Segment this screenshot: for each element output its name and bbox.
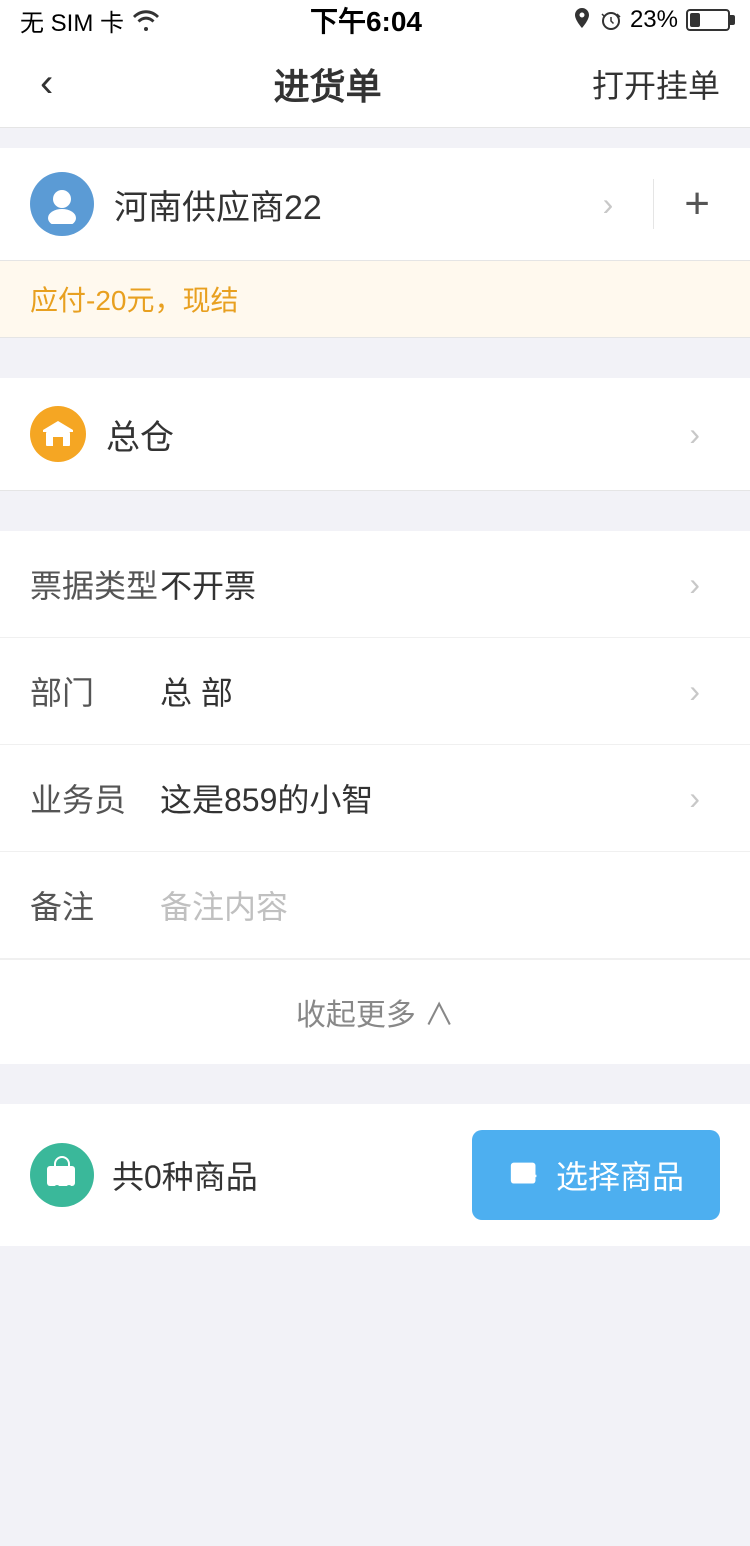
add-supplier-button[interactable]: +	[674, 179, 720, 229]
supplier-name: 河南供应商22	[114, 180, 603, 229]
page-footer	[0, 1246, 750, 1546]
location-icon	[572, 8, 592, 32]
product-icon-bg	[30, 1143, 94, 1207]
supplier-section: 河南供应商22 › + 应付-20元，现结	[0, 148, 750, 338]
salesperson-label: 业务员	[30, 775, 160, 821]
section-gap-1	[0, 128, 750, 148]
remark-input[interactable]: 备注内容	[160, 882, 720, 928]
collapse-row[interactable]: 收起更多 ∧	[0, 959, 750, 1064]
alarm-icon	[600, 9, 622, 31]
form-section: 票据类型 不开票 › 部门 总 部 › 业务员 这是859的小智 › 备注 备注…	[0, 531, 750, 1064]
open-pending-button[interactable]: 打开挂单	[592, 61, 720, 107]
supplier-row[interactable]: 河南供应商22 › +	[0, 148, 750, 261]
wifi-icon	[132, 9, 160, 31]
person-icon	[42, 184, 82, 224]
select-product-button[interactable]: 选择商品	[472, 1130, 720, 1220]
section-gap-3	[0, 491, 750, 511]
notice-bar: 应付-20元，现结	[0, 261, 750, 337]
cart-icon	[43, 1156, 81, 1194]
product-count-area: 共0种商品	[30, 1143, 258, 1207]
divider	[653, 179, 654, 229]
page-title: 进货单	[274, 58, 382, 110]
warehouse-icon	[41, 417, 75, 451]
status-bar: 无 SIM 卡 下午6:04 23%	[0, 0, 750, 40]
warehouse-name: 总仓	[106, 410, 689, 459]
collapse-label: 收起更多 ∧	[296, 999, 454, 1032]
section-gap-4	[0, 1064, 750, 1084]
warehouse-icon-bg	[30, 406, 86, 462]
department-row[interactable]: 部门 总 部 ›	[0, 638, 750, 745]
salesperson-row[interactable]: 业务员 这是859的小智 ›	[0, 745, 750, 852]
warehouse-chevron-icon: ›	[689, 416, 700, 453]
invoice-type-label: 票据类型	[30, 561, 160, 607]
select-product-label: 选择商品	[556, 1152, 684, 1198]
invoice-type-row[interactable]: 票据类型 不开票 ›	[0, 531, 750, 638]
department-value: 总 部	[160, 668, 689, 714]
battery-icon	[686, 9, 730, 31]
supplier-chevron-icon: ›	[603, 186, 614, 223]
carrier-label: 无 SIM 卡	[20, 3, 124, 38]
remark-row[interactable]: 备注 备注内容	[0, 852, 750, 959]
salesperson-value: 这是859的小智	[160, 775, 689, 821]
salesperson-chevron-icon: ›	[689, 780, 700, 817]
warehouse-section: 总仓 ›	[0, 378, 750, 491]
department-chevron-icon: ›	[689, 673, 700, 710]
status-carrier-area: 无 SIM 卡	[20, 3, 160, 38]
select-product-icon	[508, 1157, 544, 1193]
invoice-type-value: 不开票	[160, 561, 689, 607]
warehouse-row[interactable]: 总仓 ›	[0, 378, 750, 491]
status-right-area: 23%	[572, 6, 730, 34]
section-gap-2	[0, 338, 750, 358]
invoice-type-chevron-icon: ›	[689, 566, 700, 603]
remark-label: 备注	[30, 882, 160, 928]
battery-percent: 23%	[630, 6, 678, 34]
department-label: 部门	[30, 668, 160, 714]
bottom-section: 共0种商品 选择商品	[0, 1104, 750, 1246]
back-button[interactable]: ‹	[30, 51, 63, 116]
notice-text: 应付-20元，现结	[30, 285, 238, 316]
nav-bar: ‹ 进货单 打开挂单	[0, 40, 750, 128]
supplier-avatar	[30, 172, 94, 236]
product-count-label: 共0种商品	[112, 1152, 258, 1198]
status-time: 下午6:04	[310, 0, 422, 40]
